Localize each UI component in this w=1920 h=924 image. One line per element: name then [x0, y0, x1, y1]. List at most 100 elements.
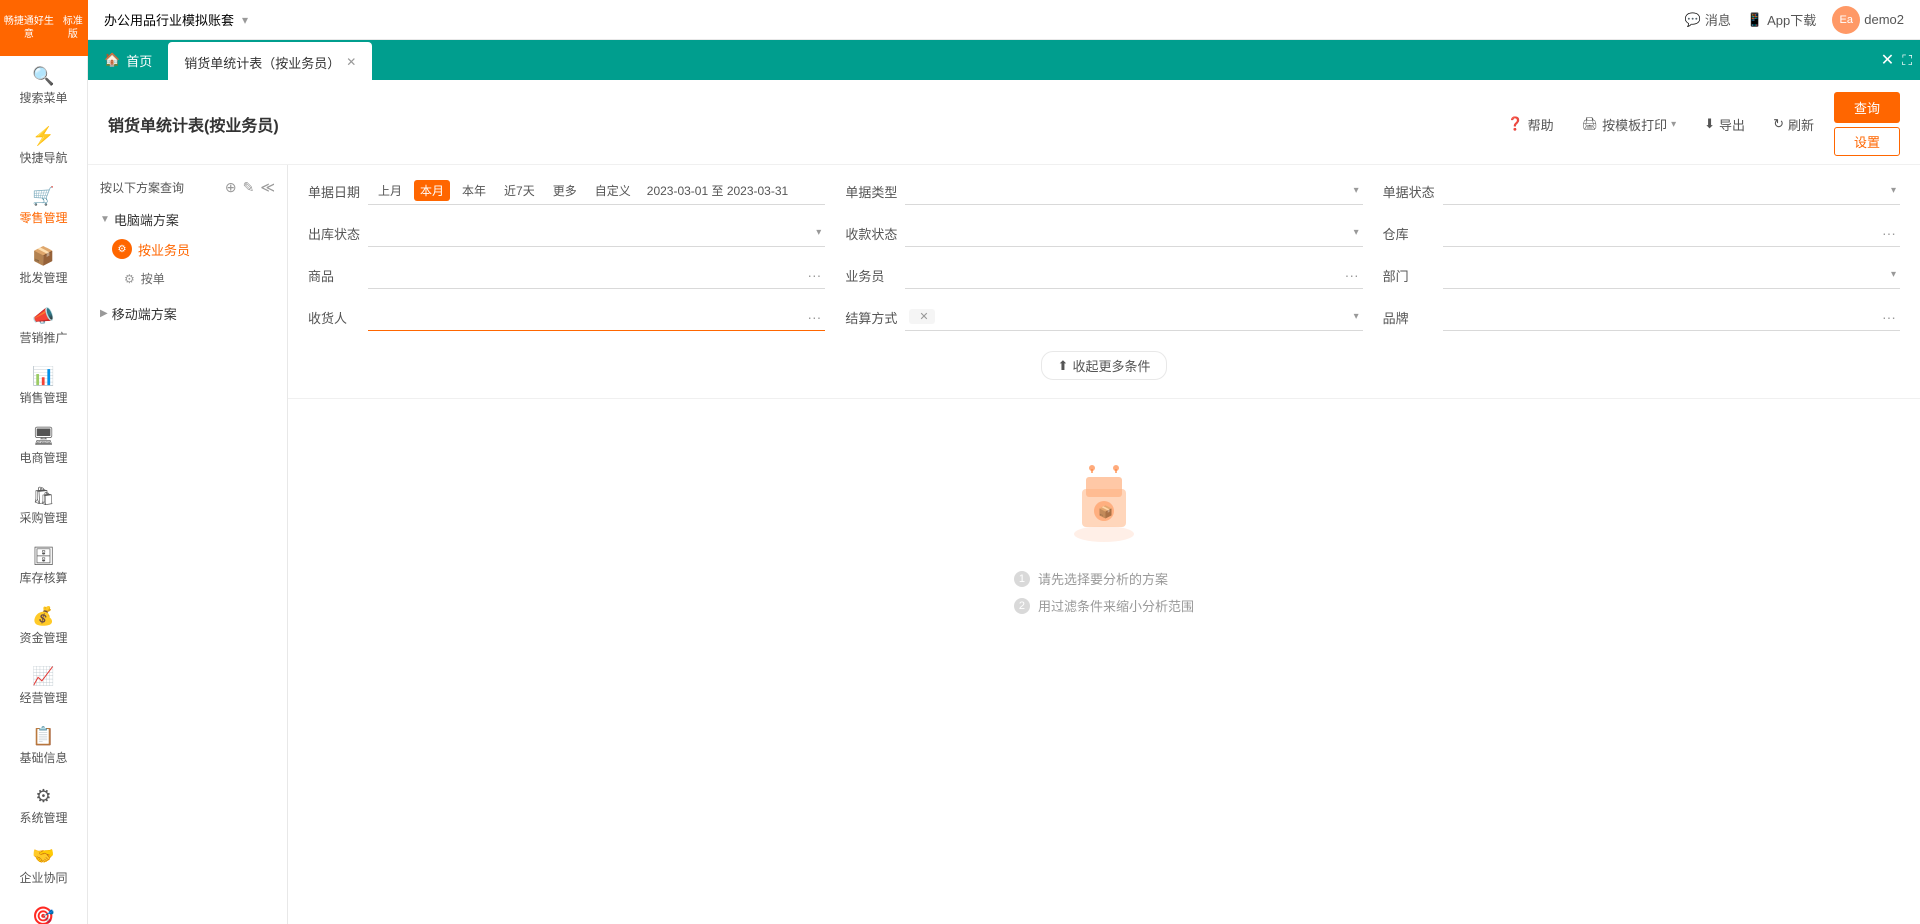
- finance-icon: 💰: [32, 606, 54, 627]
- settlement-arrow: ▾: [1354, 311, 1359, 322]
- refresh-button[interactable]: ↻ 刷新: [1765, 111, 1822, 138]
- operation-icon: 📈: [32, 666, 54, 687]
- sidebar-item-sales[interactable]: 📊 销售管理: [0, 356, 87, 416]
- print-dropdown-icon: ▾: [1671, 119, 1676, 130]
- consignee-control[interactable]: ···: [368, 303, 825, 331]
- right-panel: 单据日期 上月 本月 本年 近7天 更多 自定义 2023-03-01 至 20…: [288, 165, 1920, 924]
- wholesale-icon: 📦: [32, 246, 54, 267]
- date-btn-last-month[interactable]: 上月: [372, 180, 408, 201]
- scheme-item-by-salesperson[interactable]: ⚙ 按业务员: [88, 233, 287, 265]
- tab-close-icon[interactable]: ✕: [346, 55, 356, 69]
- sidebar-item-search[interactable]: 🔍 搜索菜单: [0, 56, 87, 116]
- sidebar-item-operation[interactable]: 📈 经营管理: [0, 656, 87, 716]
- date-btn-this-month[interactable]: 本月: [414, 180, 450, 201]
- inventory-icon: 🗄: [32, 546, 55, 567]
- tab-bar-close-icon[interactable]: ✕: [1881, 50, 1894, 70]
- goods-control[interactable]: ···: [368, 261, 825, 289]
- warehouse-control[interactable]: ···: [1443, 219, 1900, 247]
- sidebar: 畅捷通好生意 标准版 🔍 搜索菜单 ⚡ 快捷导航 🛒 零售管理 📦 批发管理 📣…: [0, 0, 88, 924]
- empty-state: 📦 1 请先选择要分析的方案 2 用过滤条件来缩小分析范围: [288, 399, 1920, 675]
- tab-sales-stat[interactable]: 销货单统计表（按业务员） ✕: [168, 42, 372, 82]
- filter-brand: 品牌 ···: [1383, 303, 1900, 331]
- app-download-action[interactable]: 📱 App下载: [1747, 10, 1816, 29]
- filter-area: 单据日期 上月 本月 本年 近7天 更多 自定义 2023-03-01 至 20…: [288, 165, 1920, 399]
- mobile-group-arrow: ▶: [100, 308, 108, 319]
- message-action[interactable]: 💬 消息: [1685, 10, 1731, 29]
- sidebar-item-system[interactable]: ⚙ 系统管理: [0, 776, 87, 836]
- filter-row-1: 单据日期 上月 本月 本年 近7天 更多 自定义 2023-03-01 至 20…: [308, 177, 1900, 205]
- purchase-icon: 🛍: [32, 486, 55, 507]
- tab-home[interactable]: 🏠 首页: [88, 40, 168, 80]
- home-icon: 🏠: [104, 52, 120, 68]
- date-filter-control[interactable]: 上月 本月 本年 近7天 更多 自定义 2023-03-01 至 2023-03…: [368, 177, 825, 205]
- add-scheme-icon[interactable]: ⊕: [225, 179, 237, 196]
- settlement-tag-close[interactable]: ✕: [919, 310, 928, 323]
- sidebar-item-base[interactable]: 📋 基础信息: [0, 716, 87, 776]
- marketing-icon: 📣: [32, 306, 54, 327]
- content-area: 按以下方案查询 ⊕ ✎ ≪ ▼ 电脑端方案 ⚙ 按业务员: [88, 165, 1920, 924]
- sidebar-item-wholesale[interactable]: 📦 批发管理: [0, 236, 87, 296]
- sidebar-item-retail[interactable]: 🛒 零售管理: [0, 176, 87, 236]
- main-content: 办公用品行业模拟账套 ▾ 💬 消息 📱 App下载 Ea demo2 🏠 首页 …: [88, 0, 1920, 924]
- date-btn-7days[interactable]: 近7天: [498, 180, 541, 201]
- search-icon: 🔍: [32, 66, 54, 87]
- setting-button[interactable]: 设置: [1834, 127, 1900, 156]
- scheme-group-mobile: ▶ 移动端方案: [88, 296, 287, 331]
- warehouse-ellipsis: ···: [1882, 225, 1896, 241]
- sidebar-item-enterprise[interactable]: 🤝 企业协同: [0, 836, 87, 896]
- consignee-ellipsis: ···: [807, 309, 821, 325]
- filter-doc-type: 单据类型 ▾: [845, 177, 1362, 205]
- doc-status-control[interactable]: ▾: [1443, 177, 1900, 205]
- sidebar-item-ecommerce[interactable]: 🖥 电商管理: [0, 416, 87, 476]
- query-button[interactable]: 查询: [1834, 92, 1900, 123]
- collapse-button[interactable]: ⬆ 收起更多条件: [1041, 351, 1168, 380]
- edit-scheme-icon[interactable]: ✎: [243, 179, 255, 196]
- sidebar-item-purchase[interactable]: 🛍 采购管理: [0, 476, 87, 536]
- out-status-control[interactable]: ▾: [368, 219, 825, 247]
- receipt-status-control[interactable]: ▾: [905, 219, 1362, 247]
- salesperson-ellipsis: ···: [1345, 267, 1359, 283]
- help-button[interactable]: ❓ 帮助: [1499, 111, 1561, 138]
- top-header-right: 💬 消息 📱 App下载 Ea demo2: [1685, 6, 1904, 34]
- tip-num-2: 2: [1014, 598, 1030, 614]
- sidebar-item-finance[interactable]: 💰 资金管理: [0, 596, 87, 656]
- filter-warehouse: 仓库 ···: [1383, 219, 1900, 247]
- app-icon: 📱: [1747, 12, 1763, 28]
- left-panel-header: 按以下方案查询 ⊕ ✎ ≪: [88, 173, 287, 202]
- date-btn-custom[interactable]: 自定义: [589, 180, 637, 201]
- sidebar-nav: 🔍 搜索菜单 ⚡ 快捷导航 🛒 零售管理 📦 批发管理 📣 营销推广 📊 销售管…: [0, 56, 87, 924]
- settlement-control[interactable]: ✕ ▾: [905, 303, 1362, 331]
- salesperson-control[interactable]: ···: [905, 261, 1362, 289]
- template-print-button[interactable]: 🖨 按模板打印 ▾: [1574, 111, 1685, 138]
- doc-type-arrow: ▾: [1354, 185, 1359, 196]
- collapse-icon: ⬆: [1058, 358, 1069, 374]
- department-control[interactable]: ▾: [1443, 261, 1900, 289]
- export-button[interactable]: ⬇ 导出: [1696, 111, 1753, 138]
- filter-date: 单据日期 上月 本月 本年 近7天 更多 自定义 2023-03-01 至 20…: [308, 177, 825, 205]
- sidebar-item-inventory[interactable]: 🗄 库存核算: [0, 536, 87, 596]
- date-btn-more[interactable]: 更多: [547, 180, 583, 201]
- desktop-group-arrow: ▼: [100, 214, 110, 225]
- doc-type-control[interactable]: ▾: [905, 177, 1362, 205]
- brand-ellipsis: ···: [1882, 309, 1896, 325]
- date-btn-this-year[interactable]: 本年: [456, 180, 492, 201]
- tab-bar-expand-icon[interactable]: ⛶: [1902, 52, 1912, 69]
- left-panel-actions: ⊕ ✎ ≪: [225, 179, 275, 196]
- account-dropdown-arrow[interactable]: ▾: [242, 13, 248, 27]
- svg-text:📦: 📦: [1098, 505, 1113, 519]
- sidebar-item-marketing[interactable]: 📣 营销推广: [0, 296, 87, 356]
- scheme-group-mobile-title[interactable]: ▶ 移动端方案: [88, 300, 287, 327]
- empty-tip-2: 2 用过滤条件来缩小分析范围: [1014, 596, 1194, 615]
- empty-tip-1: 1 请先选择要分析的方案: [1014, 569, 1194, 588]
- brand-control[interactable]: ···: [1443, 303, 1900, 331]
- collapse-panel-icon[interactable]: ≪: [260, 179, 275, 196]
- sales-icon: 📊: [32, 366, 54, 387]
- sidebar-item-newbie[interactable]: 🎯 新手引导: [0, 896, 87, 924]
- ecommerce-icon: 🖥: [32, 426, 55, 447]
- retail-icon: 🛒: [32, 186, 54, 207]
- scheme-group-desktop-title[interactable]: ▼ 电脑端方案: [88, 206, 287, 233]
- empty-illustration: 📦: [1054, 459, 1154, 549]
- sidebar-item-shortcut[interactable]: ⚡ 快捷导航: [0, 116, 87, 176]
- scheme-sub-item-by-order[interactable]: ⚙ 按单: [88, 265, 287, 292]
- user-account[interactable]: Ea demo2: [1832, 6, 1904, 34]
